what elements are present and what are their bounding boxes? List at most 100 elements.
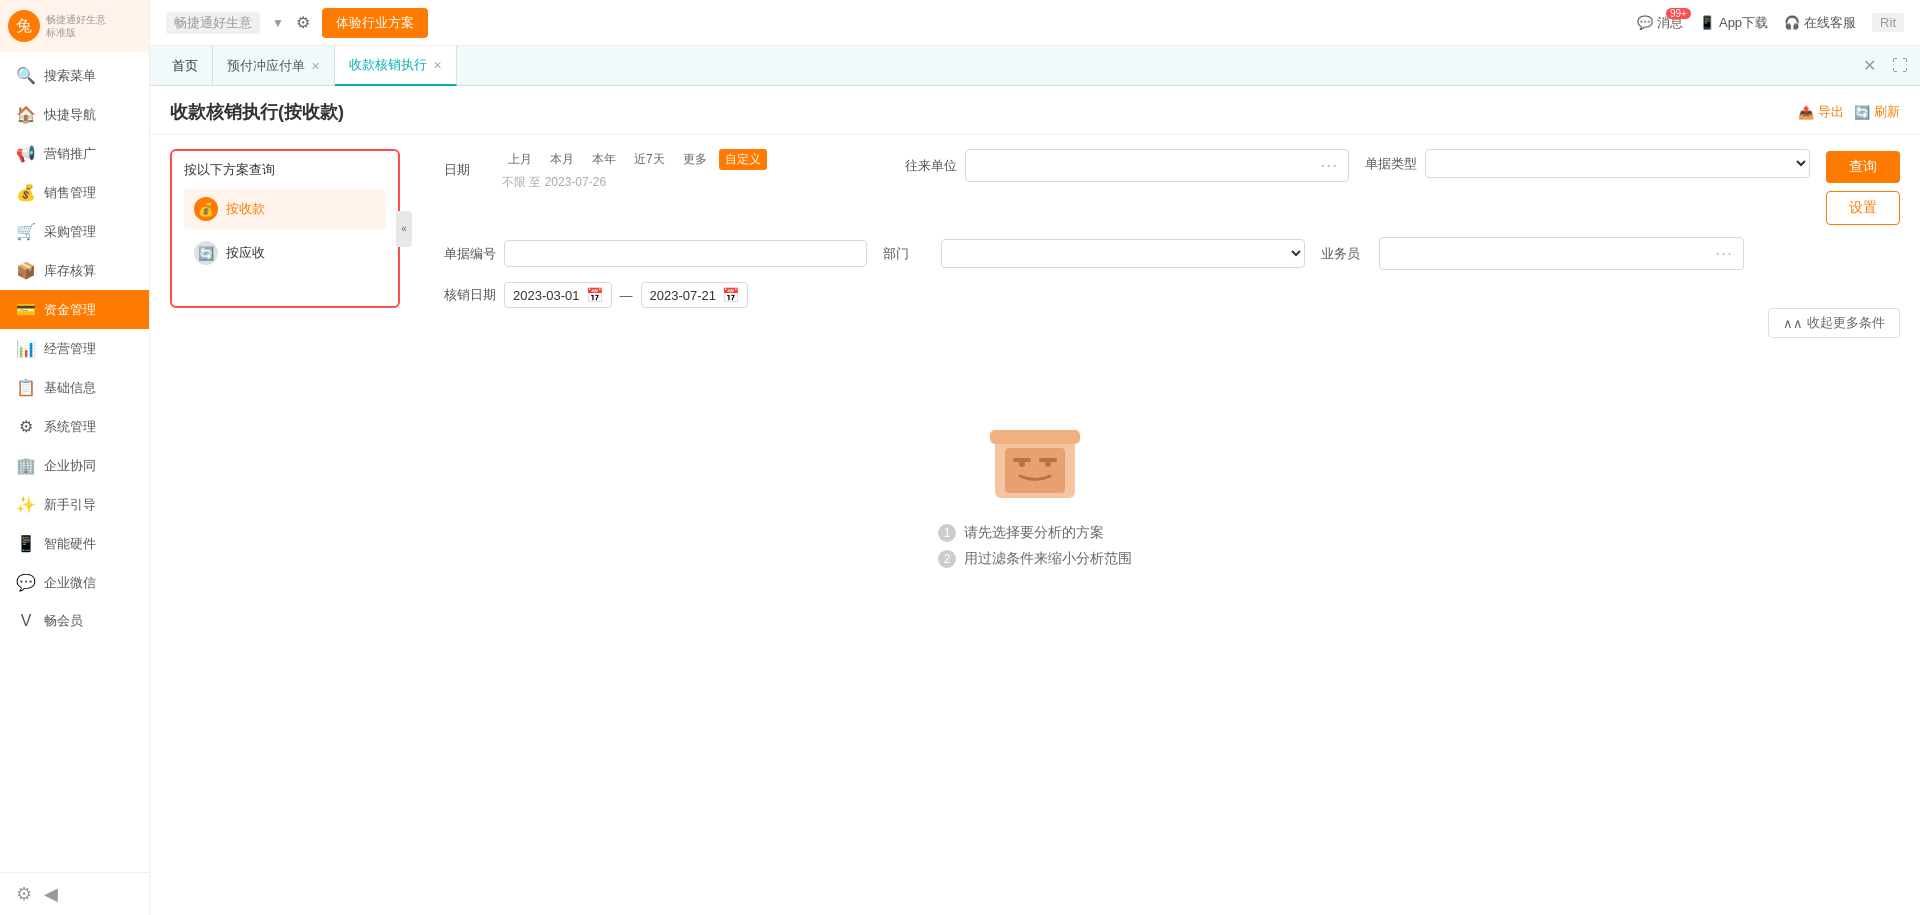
collapse-more-btn[interactable]: ∧∧ 收起更多条件 bbox=[1768, 308, 1900, 338]
sidebar-item-finance[interactable]: 💳 资金管理 bbox=[0, 290, 149, 329]
logo-text: 畅捷通好生意 标准版 bbox=[46, 13, 106, 39]
sidebar-item-quick[interactable]: 🏠快捷导航 bbox=[0, 95, 149, 134]
topbar-app-download[interactable]: 📱 App下载 bbox=[1699, 14, 1768, 32]
empty-texts: 1 请先选择要分析的方案 2 用过滤条件来缩小分析范围 bbox=[938, 524, 1132, 568]
staff-input[interactable]: ··· bbox=[1379, 237, 1744, 270]
doc-no-field: 单据编号 bbox=[444, 240, 867, 267]
sidebar-item-label: 系统管理 bbox=[44, 418, 96, 436]
refresh-button[interactable]: 🔄 刷新 bbox=[1854, 103, 1900, 121]
empty-illustration bbox=[975, 408, 1095, 508]
date-btn-custom[interactable]: 自定义 bbox=[719, 149, 767, 170]
query-button[interactable]: 查询 bbox=[1826, 151, 1900, 183]
query-settings-col: 查询 设置 bbox=[1826, 149, 1900, 225]
topbar-chevron-icon[interactable]: ▼ bbox=[272, 16, 284, 30]
refresh-icon: 🔄 bbox=[1854, 105, 1870, 120]
sidebar-item-basic[interactable]: 📋基础信息 bbox=[0, 368, 149, 407]
settings-button[interactable]: 设置 bbox=[1826, 191, 1900, 225]
topbar-solution-btn[interactable]: 体验行业方案 bbox=[322, 8, 428, 38]
filter-left-panel: 按以下方案查询 💰 按收款 🔄 按应收 « bbox=[170, 149, 400, 308]
sidebar-item-hardware[interactable]: 📱智能硬件 bbox=[0, 524, 149, 563]
settings-bottom-icon[interactable]: ⚙ bbox=[16, 883, 32, 905]
sidebar-item-label: 销售管理 bbox=[44, 184, 96, 202]
sidebar-item-label: 资金管理 bbox=[44, 301, 96, 319]
sidebar-item-biz[interactable]: 📊经营管理 bbox=[0, 329, 149, 368]
date-btn-this-year[interactable]: 本年 bbox=[586, 149, 622, 170]
collapse-sidebar-icon[interactable]: ◀ bbox=[44, 883, 58, 905]
search-icon: 🔍 bbox=[16, 66, 36, 85]
topbar-gear-icon[interactable]: ⚙ bbox=[296, 13, 310, 32]
dept-select[interactable] bbox=[941, 239, 1306, 268]
doc-no-input[interactable] bbox=[504, 240, 867, 267]
sidebar-item-label: 企业协同 bbox=[44, 457, 96, 475]
staff-label: 业务员 bbox=[1321, 245, 1371, 263]
receipt-option-label: 按收款 bbox=[226, 200, 265, 218]
export-button[interactable]: 📤 导出 bbox=[1798, 103, 1844, 121]
writeoff-start-date[interactable]: 2023-03-01 📅 bbox=[504, 282, 612, 308]
page-title: 收款核销执行(按收款) bbox=[170, 100, 344, 124]
calendar-end-icon: 📅 bbox=[722, 287, 739, 303]
expand-tab-icon[interactable]: ⛶ bbox=[1888, 55, 1912, 77]
topbar-message[interactable]: 💬 消息 99+ bbox=[1637, 14, 1683, 32]
tab-close-icon[interactable]: ✕ bbox=[433, 59, 442, 72]
topbar-user[interactable]: Rit bbox=[1872, 13, 1904, 32]
date-btn-last-month[interactable]: 上月 bbox=[502, 149, 538, 170]
date-btn-this-month[interactable]: 本月 bbox=[544, 149, 580, 170]
sidebar-item-wechat[interactable]: 💬企业微信 bbox=[0, 563, 149, 602]
doc-type-field: 单据类型 bbox=[1365, 149, 1810, 178]
sidebar-item-member[interactable]: V畅会员 bbox=[0, 602, 149, 640]
topbar-service[interactable]: 🎧 在线客服 bbox=[1784, 14, 1856, 32]
sidebar-item-label: 企业微信 bbox=[44, 574, 96, 592]
svg-point-4 bbox=[1019, 461, 1025, 467]
sidebar-item-inventory[interactable]: 📦库存核算 bbox=[0, 251, 149, 290]
svg-point-5 bbox=[1045, 461, 1051, 467]
sidebar-item-purchase[interactable]: 🛒采购管理 bbox=[0, 212, 149, 251]
doc-type-label: 单据类型 bbox=[1365, 155, 1417, 173]
doc-type-select[interactable] bbox=[1425, 149, 1810, 178]
tab-home[interactable]: 首页 bbox=[158, 46, 213, 86]
sidebar-item-search[interactable]: 🔍搜索菜单 bbox=[0, 56, 149, 95]
sidebar-item-label: 库存核算 bbox=[44, 262, 96, 280]
sidebar-item-label: 新手引导 bbox=[44, 496, 96, 514]
sales-icon: 💰 bbox=[16, 183, 36, 202]
tab-label: 首页 bbox=[172, 57, 198, 75]
tab-receipt[interactable]: 收款核销执行✕ bbox=[335, 46, 457, 86]
sidebar-item-sales[interactable]: 💰 销售管理 bbox=[0, 173, 149, 212]
date-separator: — bbox=[620, 288, 633, 303]
staff-dots-icon: ··· bbox=[1711, 243, 1733, 264]
purchase-icon: 🛒 bbox=[16, 222, 36, 241]
counterpart-label: 往来单位 bbox=[905, 157, 957, 175]
counterpart-input[interactable]: ··· bbox=[965, 149, 1350, 182]
tabbar-actions: ✕ ⛶ bbox=[1859, 54, 1912, 77]
app-icon: 📱 bbox=[1699, 15, 1715, 30]
staff-field: 业务员 ··· bbox=[1321, 237, 1744, 270]
date-btn-more[interactable]: 更多 bbox=[677, 149, 713, 170]
doc-no-label: 单据编号 bbox=[444, 245, 496, 263]
sidebar-item-guide[interactable]: ✨新手引导 bbox=[0, 485, 149, 524]
receivable-option-icon: 🔄 bbox=[194, 241, 218, 265]
date-btn-7days[interactable]: 近7天 bbox=[628, 149, 671, 170]
filter-option-by-receivable[interactable]: 🔄 按应收 bbox=[184, 233, 386, 273]
empty-hint-1: 1 请先选择要分析的方案 bbox=[938, 524, 1132, 542]
empty-state: 1 请先选择要分析的方案 2 用过滤条件来缩小分析范围 bbox=[150, 348, 1920, 628]
finance-icon: 💳 bbox=[16, 300, 36, 319]
sidebar-item-label: 畅会员 bbox=[44, 612, 83, 630]
chevron-up-icon: ∧∧ bbox=[1783, 316, 1803, 331]
filter-option-by-receipt[interactable]: 💰 按收款 bbox=[184, 189, 386, 229]
hardware-icon: 📱 bbox=[16, 534, 36, 553]
sidebar-bottom: ⚙ ◀ bbox=[0, 872, 149, 915]
close-tab-icon[interactable]: ✕ bbox=[1859, 54, 1880, 77]
sidebar-item-marketing[interactable]: 📢营销推广 bbox=[0, 134, 149, 173]
sidebar-logo: 兔 畅捷通好生意 标准版 bbox=[0, 0, 149, 52]
empty-num-2: 2 bbox=[938, 550, 956, 568]
tab-prepay[interactable]: 预付冲应付单✕ bbox=[213, 46, 335, 86]
tab-close-icon[interactable]: ✕ bbox=[311, 60, 320, 73]
receivable-option-label: 按应收 bbox=[226, 244, 265, 262]
collapse-filter-btn[interactable]: « bbox=[396, 211, 412, 247]
system-icon: ⚙ bbox=[16, 417, 36, 436]
sidebar-item-system[interactable]: ⚙ 系统管理 bbox=[0, 407, 149, 446]
dept-label: 部门 bbox=[883, 245, 933, 263]
sidebar-item-label: 营销推广 bbox=[44, 145, 96, 163]
sidebar-item-enterprise[interactable]: 🏢企业协同 bbox=[0, 446, 149, 485]
writeoff-end-date[interactable]: 2023-07-21 📅 bbox=[641, 282, 749, 308]
sidebar: 兔 畅捷通好生意 标准版 🔍搜索菜单🏠快捷导航📢营销推广 💰 销售管理 🛒采购管理📦库… bbox=[0, 0, 150, 915]
